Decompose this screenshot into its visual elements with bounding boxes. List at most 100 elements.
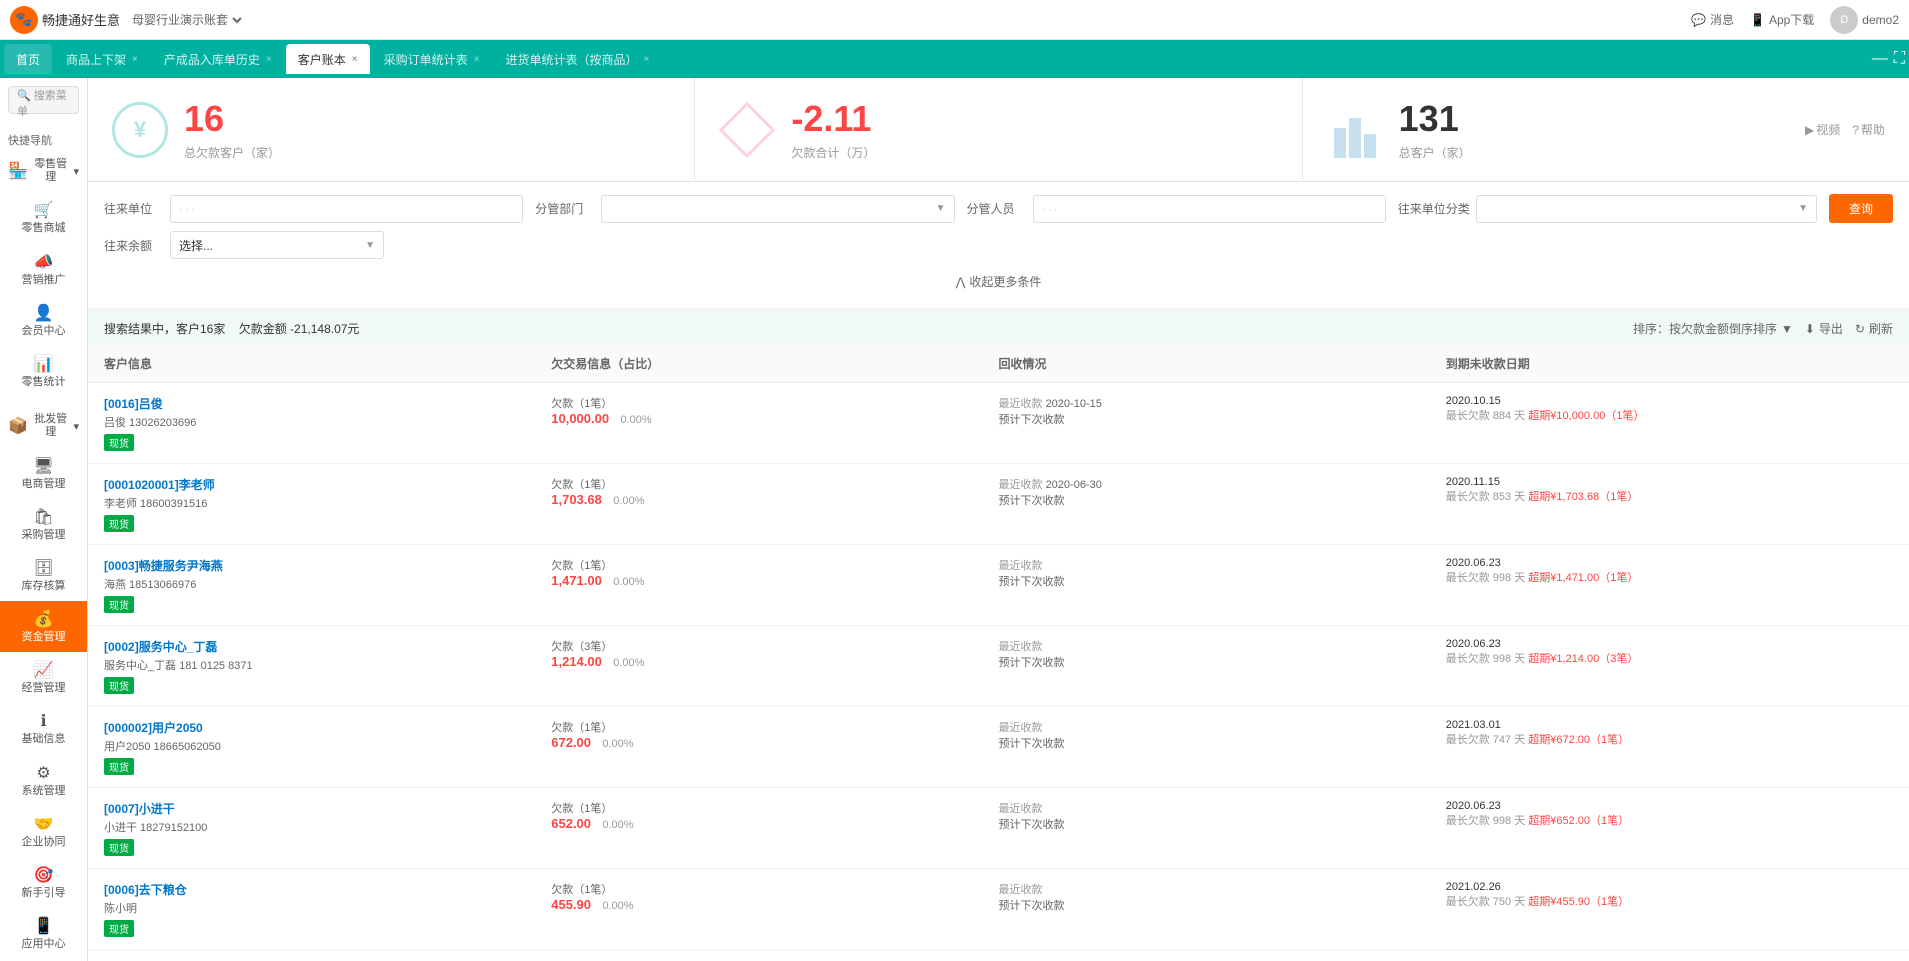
sidebar-item-finance-label: 资金管理 [22,631,66,644]
customer-name-4[interactable]: [000002]用户2050 [104,719,551,736]
sidebar-item-retail-store-label: 零售商城 [22,222,66,235]
result-text: 搜索结果中，客户16家 欠款金额 -21,148.07元 [104,320,359,337]
sidebar-item-basic-info[interactable]: ℹ 基础信息 [0,703,87,754]
debt-amount-2[interactable]: 1,471.00 [551,573,602,588]
due-cell-6: 2021.02.26 最长欠款 750 天 超期¥455.90（1笔） [1446,881,1893,909]
sidebar-item-retail-stats[interactable]: 📊 零售统计 [0,346,87,397]
sidebar-item-retail-mgmt[interactable]: 🏪 零售管理 ▾ [0,150,87,192]
overdue-link-5[interactable]: 超期¥652.00（1笔） [1528,815,1629,827]
user-profile[interactable]: D demo2 [1830,6,1899,34]
collection-cell-4: 最近收款 预计下次收款 [999,719,1446,751]
overdue-link-4[interactable]: 超期¥672.00（1笔） [1528,734,1629,746]
sidebar-item-purchase[interactable]: 🛍 采购管理 [0,499,87,550]
search-menu-btn[interactable]: 🔍 搜索菜单 [8,86,79,114]
sidebar-item-system[interactable]: ⚙ 系统管理 [0,755,87,806]
from-unit-input[interactable]: ··· [170,195,523,223]
sidebar-item-operations[interactable]: 📈 经营管理 [0,652,87,703]
collapse-row[interactable]: ⋀ 收起更多条件 [104,267,1893,296]
tab-home[interactable]: 首页 [4,44,52,74]
query-btn[interactable]: 查询 [1829,194,1893,223]
sidebar-item-app-center[interactable]: 📱 应用中心 [0,908,87,959]
debt-label-1: 欠款（1笔） [551,476,998,492]
sidebar-item-inventory[interactable]: 🗄 库存核算 [0,550,87,601]
refresh-btn[interactable]: ↻ 刷新 [1855,320,1893,337]
overdue-link-2[interactable]: 超期¥1,471.00（1笔） [1528,572,1638,584]
sidebar-item-operations-label: 经营管理 [22,682,66,695]
tab-minimize-btn[interactable]: — [1872,50,1888,68]
tab-product-history-close[interactable]: × [266,54,272,65]
tab-expand-btn[interactable]: ⛶ [1894,50,1905,68]
sidebar-item-batch-mgmt[interactable]: 📦 批发管理 ▾ [0,405,87,447]
tab-customer-account[interactable]: 客户账本 × [286,44,370,74]
due-date-2: 2020.06.23 [1446,557,1893,569]
tab-product-shelf-label: 商品上下架 [66,51,126,68]
overdue-link-6[interactable]: 超期¥455.90（1笔） [1528,896,1629,908]
app-center-icon: 📱 [34,916,54,936]
debt-amount-0[interactable]: 10,000.00 [551,411,609,426]
debt-amount-5[interactable]: 652.00 [551,816,591,831]
table-row: [0002]服务中心_丁磊 服务中心_丁磊 181 0125 8371 现货 欠… [88,626,1909,707]
customer-name-6[interactable]: [0006]去下粮仓 [104,881,551,898]
debt-label-6: 欠款（1笔） [551,881,998,897]
retail-mgmt-arrow-icon: ▾ [73,165,79,178]
tab-home-label: 首页 [16,51,40,68]
tab-inventory-stats[interactable]: 进货单统计表（按商品） × [493,44,661,74]
customer-name-3[interactable]: [0002]服务中心_丁磊 [104,638,551,655]
sidebar-item-member[interactable]: 👤 会员中心 [0,295,87,346]
person-input[interactable]: ··· [1033,195,1386,223]
sidebar-item-finance[interactable]: 💰 资金管理 [0,601,87,652]
from-unit-label: 往来单位 [104,200,164,217]
customer-name-1[interactable]: [0001020001]李老师 [104,476,551,493]
tab-product-history[interactable]: 产成品入库单历史 × [152,44,284,74]
unit-type-select[interactable]: ▼ [1476,195,1817,223]
customer-name-2[interactable]: [0003]畅捷服务尹海燕 [104,557,551,574]
tab-product-shelf[interactable]: 商品上下架 × [54,44,150,74]
tab-customer-account-close[interactable]: × [352,54,358,65]
debt-cell-0: 欠款（1笔） 10,000.00 0.00% [551,395,998,426]
customer-name-5[interactable]: [0007]小进干 [104,800,551,817]
dept-select[interactable]: ▼ [601,195,954,223]
balance-select[interactable]: 选择... ▼ [170,231,384,259]
collection-info-4: 最近收款 [999,719,1446,735]
overdue-link-0[interactable]: 超期¥10,000.00（1笔） [1528,410,1644,422]
video-action-btn[interactable]: ▶ 视频 [1805,121,1840,138]
stat-card-3: 131 总客户（家） ▶ 视频 ? 帮助 [1303,78,1909,181]
export-btn[interactable]: ⬇ 导出 [1805,320,1843,337]
app-download-btn[interactable]: 📱 App下载 [1750,11,1814,28]
customer-info-2: 海燕 18513066976 [104,576,551,592]
stat-label-2: 欠款合计（万） [791,144,875,161]
filter-area: 往来单位 ··· 分管部门 ▼ 分管人员 [88,182,1909,308]
main-content: ¥ 16 总欠款客户（家） -2.11 欠款合计（万） [88,78,1909,961]
sidebar-item-ecommerce[interactable]: 🖥 电商管理 [0,448,87,499]
sidebar-item-enterprise[interactable]: 🤝 企业协同 [0,806,87,857]
debt-amount-3[interactable]: 1,214.00 [551,654,602,669]
debt-amount-6[interactable]: 455.90 [551,897,591,912]
message-btn[interactable]: 💬 消息 [1691,11,1734,28]
debt-cell-1: 欠款（1笔） 1,703.68 0.00% [551,476,998,507]
sidebar-item-marketing[interactable]: 📣 营销推广 [0,244,87,295]
brand-selector[interactable]: 母婴行业演示账套 [128,12,245,28]
debt-amount-4[interactable]: 672.00 [551,735,591,750]
tab-product-shelf-close[interactable]: × [132,54,138,65]
debt-cell-4: 欠款（1笔） 672.00 0.00% [551,719,998,750]
col-header-collection: 回收情况 [999,355,1446,372]
col-header-customer: 客户信息 [104,355,551,372]
customer-info-5: 小进干 18279152100 [104,819,551,835]
customer-name-0[interactable]: [0016]吕俊 [104,395,551,412]
export-icon: ⬇ [1805,322,1815,336]
tab-inventory-stats-close[interactable]: × [643,54,649,65]
help-icon: ? [1852,123,1859,137]
tab-purchase-order-close[interactable]: × [474,54,480,65]
overdue-link-1[interactable]: 超期¥1,703.68（1笔） [1528,491,1638,503]
overdue-link-3[interactable]: 超期¥1,214.00（3笔） [1528,653,1638,665]
overdue-days-1: 最长欠款 853 天 超期¥1,703.68（1笔） [1446,488,1893,504]
sidebar-item-newbie[interactable]: 🎯 新手引导 [0,857,87,908]
person-dots: ··· [1042,202,1060,216]
debt-amount-1[interactable]: 1,703.68 [551,492,602,507]
help-action-btn[interactable]: ? 帮助 [1852,121,1885,138]
debt-percent-1: 0.00% [613,495,644,507]
tab-purchase-order[interactable]: 采购订单统计表 × [372,44,492,74]
table-row: [0003]畅捷服务尹海燕 海燕 18513066976 现货 欠款（1笔） 1… [88,545,1909,626]
debt-cell-5: 欠款（1笔） 652.00 0.00% [551,800,998,831]
sidebar-item-retail-store[interactable]: 🛒 零售商城 [0,192,87,243]
